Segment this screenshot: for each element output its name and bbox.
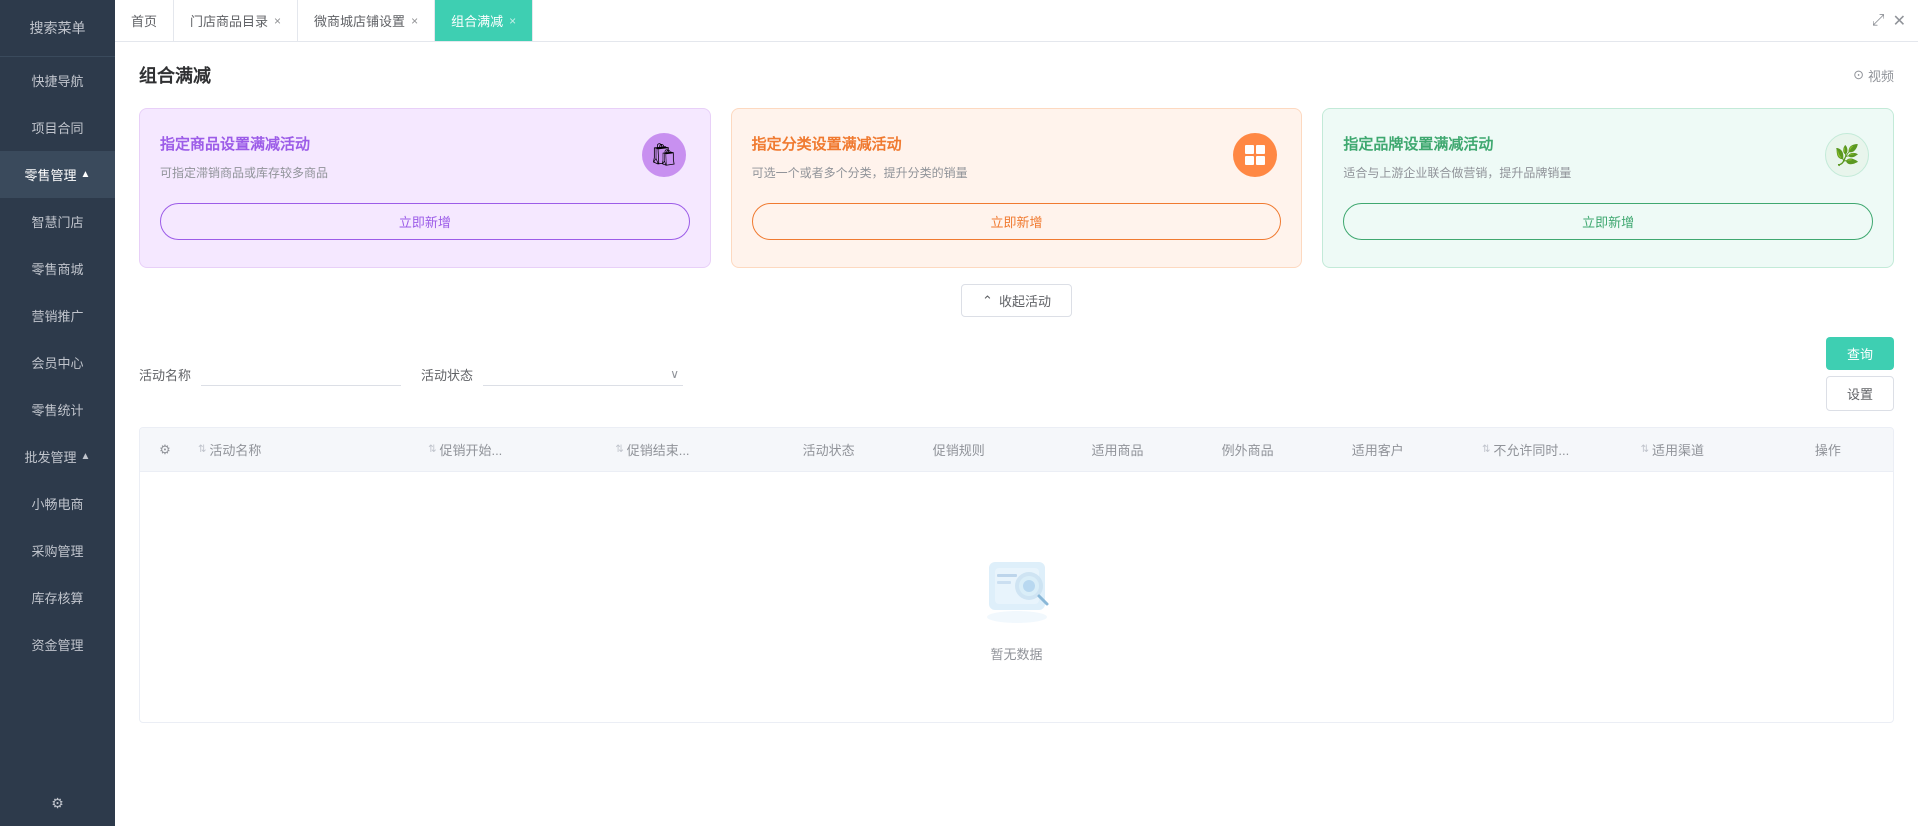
sidebar: 搜索菜单 快捷导航 项目合同 零售管理 ▲ 智慧门店 零售商城 营销推广 会员中… (0, 0, 115, 826)
th-action: 操作 (1763, 428, 1893, 471)
sort-icon-end: ⇅ (615, 444, 623, 455)
tab-bar: 首页 门店商品目录 × 微商城店铺设置 × 组合满减 × ⤢ ✕ (115, 0, 1918, 42)
th-applicable-customer: 适用客户 (1344, 428, 1474, 471)
sidebar-item-retail-mall[interactable]: 零售商城 (0, 245, 115, 292)
activity-name-field: 活动名称 (139, 362, 401, 386)
empty-state: 暂无数据 (967, 492, 1067, 703)
activity-name-input[interactable] (201, 362, 401, 386)
th-settings[interactable]: ⚙ (140, 428, 190, 471)
setting-button[interactable]: 设置 (1826, 376, 1894, 411)
chevron-down-icon: ∨ (670, 367, 679, 381)
page-header: 组合满减 ⊙ 视频 (139, 62, 1894, 88)
search-actions: 查询 设置 (1826, 337, 1894, 411)
sidebar-item-purchase-mgmt[interactable]: 采购管理 (0, 527, 115, 574)
card-category-add-button[interactable]: 立即新增 (752, 203, 1282, 240)
activity-name-label: 活动名称 (139, 365, 191, 384)
tab-combo-discount[interactable]: 组合满减 × (435, 0, 533, 41)
chevron-up-icon: ⌃ (982, 293, 993, 309)
activity-status-label: 活动状态 (421, 365, 473, 384)
tab-combo-discount-close-icon[interactable]: × (509, 14, 516, 28)
th-no-concurrent[interactable]: ⇅ 不允许同时... (1474, 428, 1633, 471)
leaf-icon: 🌿 (1835, 143, 1860, 168)
query-button[interactable]: 查询 (1826, 337, 1894, 370)
activity-card-brand: 指定品牌设置满减活动 适合与上游企业联合做营销，提升品牌销量 🌿 立即新增 (1322, 108, 1894, 268)
activity-cards: 指定商品设置满减活动 可指定滞销商品或库存较多商品 🛍 立即新增 指定分类设置满… (139, 108, 1894, 268)
activity-card-category: 指定分类设置满减活动 可选一个或者多个分类，提升分类的销量 立即新增 (731, 108, 1303, 268)
th-except-goods: 例外商品 (1214, 428, 1344, 471)
th-applicable-channel[interactable]: ⇅ 适用渠道 (1633, 428, 1763, 471)
card-category-desc: 可选一个或者多个分类，提升分类的销量 (752, 164, 1282, 183)
card-brand-title: 指定品牌设置满减活动 (1343, 133, 1873, 154)
sidebar-item-capital-mgmt[interactable]: 资金管理 (0, 621, 115, 668)
table-body: 暂无数据 (140, 472, 1893, 722)
tab-wechat-store-settings[interactable]: 微商城店铺设置 × (298, 0, 435, 41)
sort-icon: ⇅ (198, 444, 206, 455)
card-goods-icon: 🛍 (642, 133, 686, 177)
sidebar-item-smart-store[interactable]: 智慧门店 (0, 198, 115, 245)
empty-illustration (967, 532, 1067, 632)
th-promo-start[interactable]: ⇅ 促销开始... (420, 428, 607, 471)
th-activity-name[interactable]: ⇅ 活动名称 (190, 428, 420, 471)
sidebar-item-quick-nav[interactable]: 快捷导航 (0, 57, 115, 104)
page-title: 组合满减 (139, 62, 211, 88)
th-promo-rule: 促销规则 (925, 428, 1084, 471)
table-header: ⚙ ⇅ 活动名称 ⇅ 促销开始... ⇅ 促销结束... 活动状态 (140, 428, 1893, 472)
th-applicable-goods: 适用商品 (1083, 428, 1213, 471)
card-goods-title: 指定商品设置满减活动 (160, 133, 690, 154)
activity-card-goods: 指定商品设置满减活动 可指定滞销商品或库存较多商品 🛍 立即新增 (139, 108, 711, 268)
sort-icon-start: ⇅ (428, 444, 436, 455)
wholesale-mgmt-arrow-icon: ▲ (81, 451, 91, 462)
th-promo-end[interactable]: ⇅ 促销结束... (607, 428, 794, 471)
search-bar: 活动名称 活动状态 ∨ 查询 设置 (139, 337, 1894, 411)
settings-button[interactable]: ⚙ (0, 781, 115, 826)
sidebar-item-xiaochang-ecom[interactable]: 小畅电商 (0, 480, 115, 527)
content-area: 组合满减 ⊙ 视频 指定商品设置满减活动 可指定滞销商品或库存较多商品 🛍 立即… (115, 42, 1918, 826)
close-icon[interactable]: ✕ (1893, 11, 1906, 31)
tab-store-catalog[interactable]: 门店商品目录 × (174, 0, 298, 41)
sort-icon-concurrent: ⇅ (1482, 444, 1490, 455)
card-brand-desc: 适合与上游企业联合做营销，提升品牌销量 (1343, 164, 1873, 183)
tab-wechat-store-close-icon[interactable]: × (411, 14, 418, 28)
tab-home[interactable]: 首页 (115, 0, 174, 41)
sidebar-item-member-center[interactable]: 会员中心 (0, 339, 115, 386)
card-goods-desc: 可指定滞销商品或库存较多商品 (160, 164, 690, 183)
data-table: ⚙ ⇅ 活动名称 ⇅ 促销开始... ⇅ 促销结束... 活动状态 (139, 427, 1894, 723)
sidebar-item-wholesale-mgmt[interactable]: 批发管理 ▲ (0, 433, 115, 480)
gear-icon: ⚙ (51, 795, 64, 811)
card-category-title: 指定分类设置满减活动 (752, 133, 1282, 154)
activity-status-select[interactable]: ∨ (483, 363, 683, 386)
tab-store-catalog-close-icon[interactable]: × (274, 14, 281, 28)
card-goods-add-button[interactable]: 立即新增 (160, 203, 690, 240)
sort-icon-channel: ⇅ (1641, 444, 1649, 455)
shopping-bag-icon: 🛍 (650, 142, 678, 168)
sidebar-item-retail-management[interactable]: 零售管理 ▲ (0, 151, 115, 198)
sidebar-item-project-contract[interactable]: 项目合同 (0, 104, 115, 151)
sidebar-item-marketing[interactable]: 营销推广 (0, 292, 115, 339)
card-brand-icon: 🌿 (1825, 133, 1869, 177)
card-brand-add-button[interactable]: 立即新增 (1343, 203, 1873, 240)
th-activity-status: 活动状态 (795, 428, 925, 471)
main-area: 首页 门店商品目录 × 微商城店铺设置 × 组合满减 × ⤢ ✕ 组合满减 ⊙ … (115, 0, 1918, 826)
window-controls: ⤢ ✕ (1860, 11, 1918, 31)
retail-management-arrow-icon: ▲ (81, 169, 91, 180)
sidebar-item-inventory-check[interactable]: 库存核算 (0, 574, 115, 621)
activity-status-field: 活动状态 ∨ (421, 363, 683, 386)
empty-text: 暂无数据 (990, 644, 1042, 663)
play-circle-icon: ⊙ (1853, 67, 1864, 83)
table-settings-icon: ⚙ (159, 442, 171, 458)
collapse-bar: ⌃ 收起活动 (139, 284, 1894, 317)
collapse-activity-button[interactable]: ⌃ 收起活动 (961, 284, 1072, 317)
maximize-icon[interactable]: ⤢ (1872, 12, 1885, 30)
sidebar-item-retail-stats[interactable]: 零售统计 (0, 386, 115, 433)
sidebar-search[interactable]: 搜索菜单 (0, 0, 115, 57)
video-link[interactable]: ⊙ 视频 (1853, 66, 1894, 85)
